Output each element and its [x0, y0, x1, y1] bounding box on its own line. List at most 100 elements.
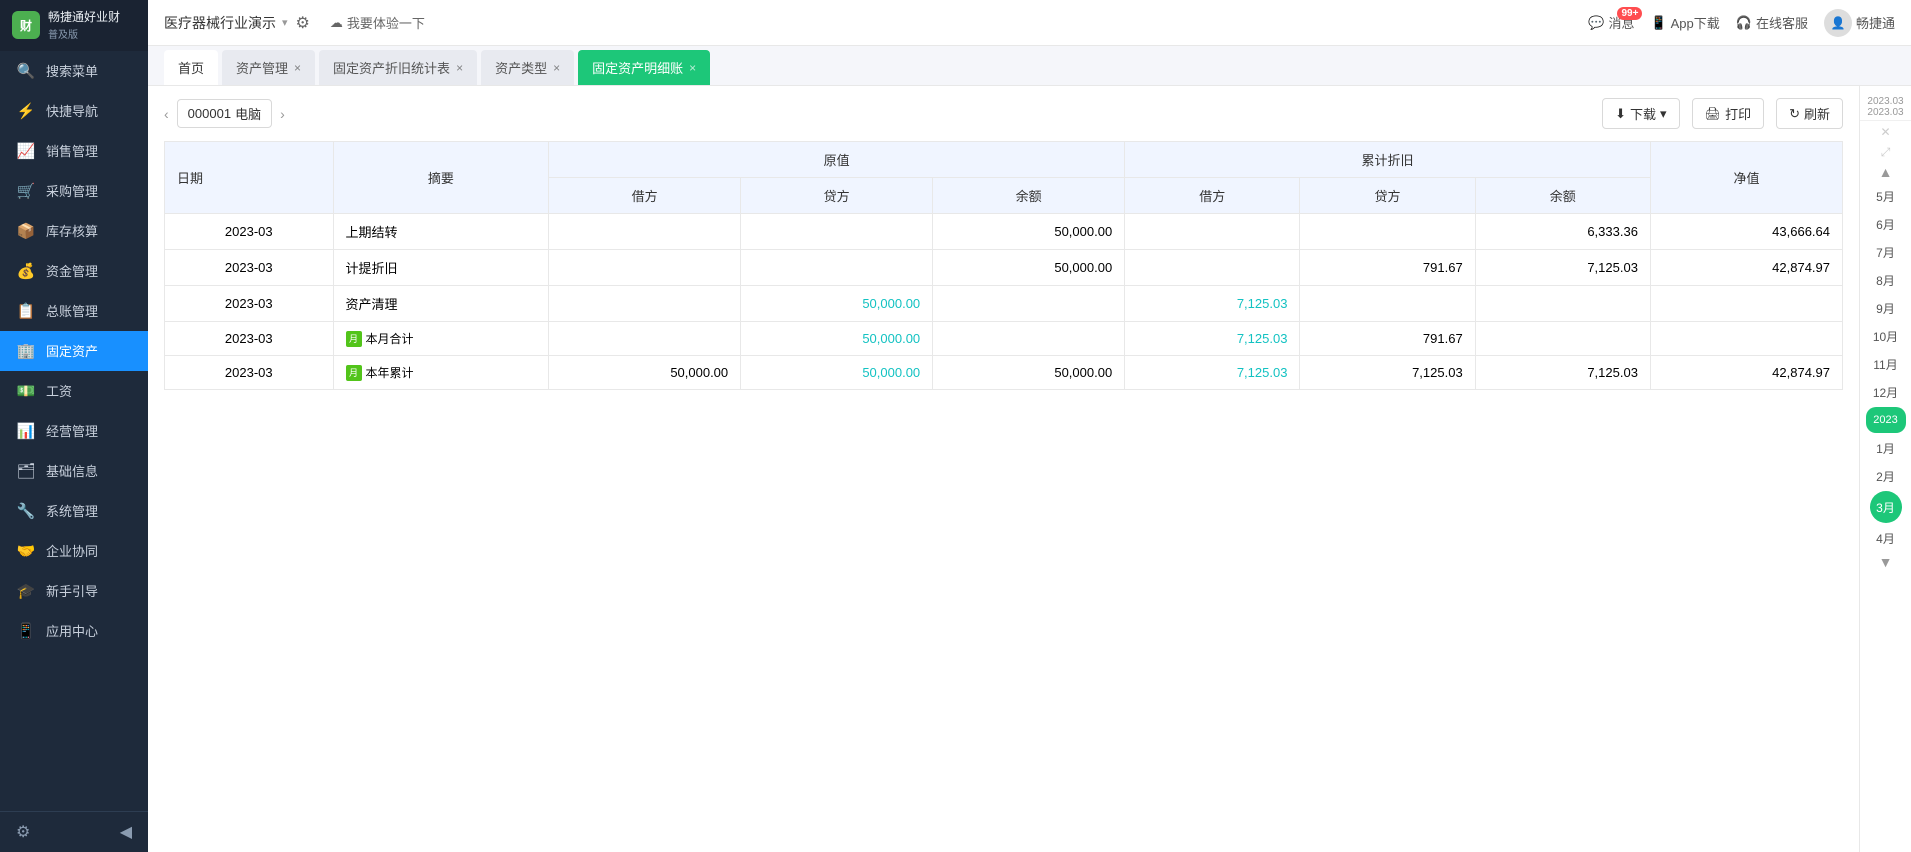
sidebar-logo: 财 畅捷通好业财 普及版: [0, 0, 148, 51]
sidebar-item-system[interactable]: 🔧 系统管理: [0, 491, 148, 531]
cell-orig-balance: 50,000.00: [933, 356, 1125, 390]
company-selector[interactable]: 医疗器械行业演示 ▾: [164, 13, 288, 33]
sidebar-label-funds: 资金管理: [46, 261, 98, 280]
tab-close-asset-type[interactable]: ×: [553, 61, 560, 75]
timeline-month-5月[interactable]: 5月: [1868, 183, 1904, 209]
sidebar-item-ledger[interactable]: 📋 总账管理: [0, 291, 148, 331]
acc-balance-header: 余额: [1475, 178, 1650, 214]
tab-depreciation-table[interactable]: 固定资产折旧统计表×: [319, 50, 477, 85]
download-icon: ⬇: [1615, 106, 1626, 122]
timeline-month-2月[interactable]: 2月: [1868, 463, 1904, 489]
cell-orig-debit: [549, 250, 741, 286]
asset-next-arrow[interactable]: ›: [280, 106, 285, 122]
cell-orig-credit: [741, 250, 933, 286]
tab-home[interactable]: 首页: [164, 50, 218, 85]
sidebar-item-basic-info[interactable]: 🗂 基础信息: [0, 451, 148, 491]
tab-close-assets[interactable]: ×: [294, 61, 301, 75]
collapse-icon[interactable]: ◀: [120, 822, 132, 842]
tab-label-assets: 资产管理: [236, 58, 288, 77]
timeline-month-1月[interactable]: 1月: [1868, 435, 1904, 461]
cell-orig-balance: 50,000.00: [933, 214, 1125, 250]
data-table: 日期 摘要 原值 累计折旧 净值 借方 贷方 余额 借方 贷方 余额: [164, 141, 1843, 390]
cell-acc-credit: 791.67: [1300, 250, 1475, 286]
sidebar-item-inventory[interactable]: 📦 库存核算: [0, 211, 148, 251]
sidebar-item-guide[interactable]: 🎓 新手引导: [0, 571, 148, 611]
timeline-close-icon[interactable]: ✕: [1880, 125, 1890, 139]
sidebar-label-guide: 新手引导: [46, 581, 98, 600]
cell-summary[interactable]: 计提折旧: [333, 250, 549, 286]
settings-button[interactable]: ⚙: [296, 13, 310, 33]
sidebar-icon-funds: 💰: [16, 261, 36, 281]
app-download-button[interactable]: 📱 App下载: [1650, 13, 1719, 32]
sidebar: 财 畅捷通好业财 普及版 🔍 搜索菜单 ⚡ 快捷导航 📈 销售管理 🛒 采购管理…: [0, 0, 148, 852]
timeline-month-12月[interactable]: 12月: [1868, 379, 1904, 405]
timeline-month-10月[interactable]: 10月: [1868, 323, 1904, 349]
sidebar-label-salary: 工资: [46, 381, 72, 400]
sidebar-icon-app-center: 📱: [16, 621, 36, 641]
cell-acc-balance: 7,125.03: [1475, 250, 1650, 286]
asset-prev-arrow[interactable]: ‹: [164, 106, 169, 122]
sidebar-item-fixed-assets[interactable]: 🏢 固定资产: [0, 331, 148, 371]
sidebar-label-system: 系统管理: [46, 501, 98, 520]
download-button[interactable]: ⬇ 下载 ▾: [1602, 98, 1679, 129]
user-profile[interactable]: 👤 畅捷通: [1824, 9, 1895, 37]
tab-assets[interactable]: 资产管理 ×: [222, 50, 315, 85]
sidebar-item-operations[interactable]: 📊 经营管理: [0, 411, 148, 451]
message-button[interactable]: 💬 消息 99+: [1588, 13, 1634, 32]
cell-orig-credit: 50,000.00: [741, 286, 933, 322]
sidebar-item-collab[interactable]: 🤝 企业协同: [0, 531, 148, 571]
sidebar-item-app-center[interactable]: 📱 应用中心: [0, 611, 148, 651]
sidebar-item-sales[interactable]: 📈 销售管理: [0, 131, 148, 171]
cell-summary[interactable]: 资产清理: [333, 286, 549, 322]
timeline-month-4月[interactable]: 4月: [1868, 525, 1904, 551]
settings-icon[interactable]: ⚙: [16, 822, 30, 842]
cell-net-value: 43,666.64: [1650, 214, 1842, 250]
sidebar-item-purchase[interactable]: 🛒 采购管理: [0, 171, 148, 211]
timeline-month-3月[interactable]: 3月: [1870, 491, 1902, 523]
timeline-month-11月[interactable]: 11月: [1868, 351, 1904, 377]
refresh-button[interactable]: ↻ 刷新: [1776, 98, 1843, 129]
timeline-up-arrow[interactable]: ▲: [1879, 164, 1893, 180]
tab-close-asset-detail[interactable]: ×: [689, 61, 696, 75]
sidebar-label-quick-nav: 快捷导航: [46, 101, 98, 120]
badge-icon: 月: [346, 331, 362, 347]
cell-summary[interactable]: 上期结转: [333, 214, 549, 250]
tab-close-depreciation-table[interactable]: ×: [456, 61, 463, 75]
timeline-down-arrow[interactable]: ▼: [1879, 554, 1893, 570]
cell-date: 2023-03: [165, 356, 334, 390]
table-row: 2023-03 上期结转 50,000.00 6,333.36 43,666.6…: [165, 214, 1843, 250]
sidebar-label-sales: 销售管理: [46, 141, 98, 160]
sidebar-icon-basic-info: 🗂: [16, 461, 36, 481]
logo-icon: 财: [12, 11, 40, 39]
summary-text: 本月合计: [366, 330, 414, 347]
table-row: 2023-03 资产清理 50,000.00 7,125.03: [165, 286, 1843, 322]
orig-debit-header: 借方: [549, 178, 741, 214]
timeline-year1: 2023.03: [1867, 96, 1903, 107]
sidebar-icon-sales: 📈: [16, 141, 36, 161]
timeline-month-8月[interactable]: 8月: [1868, 267, 1904, 293]
customer-service-label: 在线客服: [1756, 13, 1808, 32]
sidebar-item-salary[interactable]: 💵 工资: [0, 371, 148, 411]
sidebar-label-basic-info: 基础信息: [46, 461, 98, 480]
summary-text: 本年累计: [366, 364, 414, 381]
cell-acc-credit: [1300, 286, 1475, 322]
table-row: 2023-03 月本年累计 50,000.00 50,000.00 50,000…: [165, 356, 1843, 390]
sidebar-item-search[interactable]: 🔍 搜索菜单: [0, 51, 148, 91]
cell-summary: 月本年累计: [333, 356, 549, 390]
tab-asset-type[interactable]: 资产类型×: [481, 50, 574, 85]
customer-service-button[interactable]: 🎧 在线客服: [1736, 13, 1808, 32]
sidebar-item-quick-nav[interactable]: ⚡ 快捷导航: [0, 91, 148, 131]
timeline-month-6月[interactable]: 6月: [1868, 211, 1904, 237]
sidebar-label-search: 搜索菜单: [46, 61, 98, 80]
cell-date: 2023-03: [165, 286, 334, 322]
experience-button[interactable]: ☁ 我要体验一下: [330, 13, 425, 32]
print-button[interactable]: 🖨 打印: [1692, 98, 1765, 129]
tab-asset-detail[interactable]: 固定资产明细账×: [578, 50, 710, 85]
timeline-month-7月[interactable]: 7月: [1868, 239, 1904, 265]
timeline-month-9月[interactable]: 9月: [1868, 295, 1904, 321]
timeline-year-badge[interactable]: 2023: [1866, 407, 1906, 433]
asset-tag[interactable]: 000001 电脑: [177, 99, 272, 128]
timeline-expand-icon[interactable]: ⤢: [1881, 145, 1891, 160]
timeline-top: 2023.03 2023.03: [1860, 94, 1911, 121]
sidebar-item-funds[interactable]: 💰 资金管理: [0, 251, 148, 291]
